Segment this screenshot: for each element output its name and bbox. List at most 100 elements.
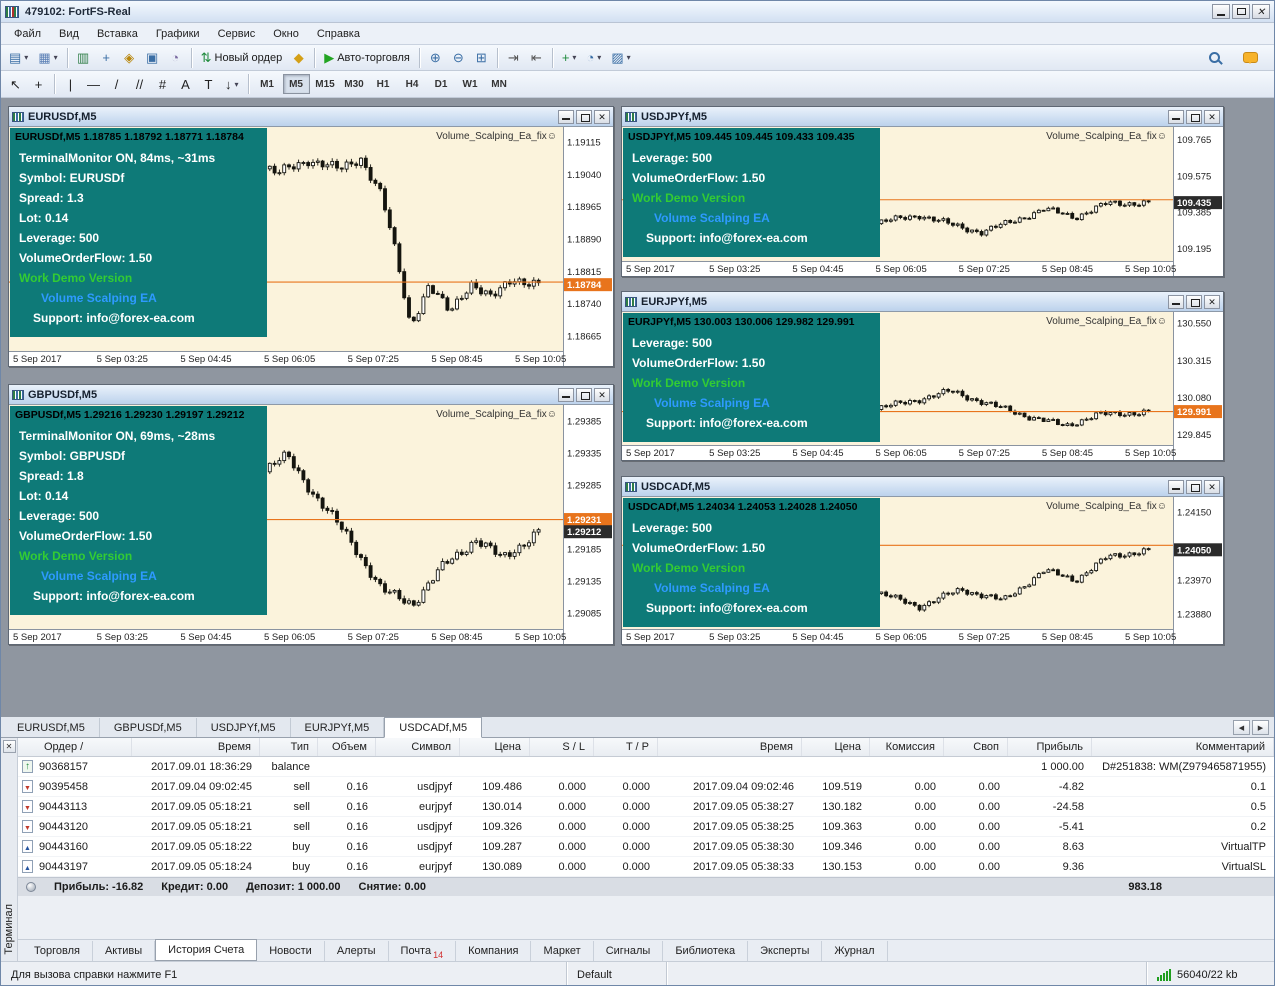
chart-close-button[interactable] <box>1204 109 1220 124</box>
terminal-tab-6[interactable]: Компания <box>456 940 532 961</box>
terminal-tab-2[interactable]: История Счета <box>155 938 258 961</box>
chart-minimize-button[interactable] <box>1168 109 1184 124</box>
timeframe-M5[interactable]: M5 <box>282 74 310 94</box>
history-row[interactable]: 90443113 2017.09.05 05:18:21 sell 0.16 eurjp… <box>18 797 1274 817</box>
chart-titlebar[interactable]: GBPUSDf,M5 <box>9 385 613 405</box>
terminal-tab-0[interactable]: Торговля <box>22 940 93 961</box>
history-column-header[interactable]: Символ <box>376 738 460 756</box>
terminal-tab-10[interactable]: Эксперты <box>748 940 823 961</box>
zoom-in-button[interactable]: ⊕ <box>424 47 447 69</box>
history-row[interactable]: 90443160 2017.09.05 05:18:22 buy 0.16 usdjpy… <box>18 837 1274 857</box>
menu-item-0[interactable]: Файл <box>5 25 50 43</box>
terminal-tab-9[interactable]: Библиотека <box>663 940 749 961</box>
maximize-button[interactable] <box>1232 4 1250 19</box>
chart-minimize-button[interactable] <box>1168 294 1184 309</box>
history-column-header[interactable]: Комиссия <box>870 738 944 756</box>
new-order-button[interactable]: ⇅ Новый ордер <box>196 47 288 69</box>
terminal-tab-1[interactable]: Активы <box>93 940 156 961</box>
timeframe-MN[interactable]: MN <box>486 74 513 94</box>
history-column-header[interactable]: Объем <box>318 738 376 756</box>
templates-button[interactable]: ▨ ▾ <box>606 47 635 69</box>
history-column-header[interactable]: Время <box>132 738 260 756</box>
new-chart-button[interactable]: ▤ ▾ <box>4 47 33 69</box>
menu-item-5[interactable]: Окно <box>264 25 308 43</box>
history-row[interactable]: 90443120 2017.09.05 05:18:21 sell 0.16 usdjp… <box>18 817 1274 837</box>
menu-item-1[interactable]: Вид <box>50 25 88 43</box>
chart-canvas[interactable]: 1.19115 1.19040 1.18965 1.18890 1.18815 1.187… <box>9 127 613 366</box>
vertical-line-button[interactable]: | <box>59 73 82 95</box>
chart-canvas[interactable]: 130.550 130.315 130.080 129.845 129.991 5 Sep… <box>622 312 1223 460</box>
close-button[interactable] <box>1252 4 1270 19</box>
chart-close-button[interactable] <box>594 109 610 124</box>
history-column-header[interactable]: S / L <box>530 738 594 756</box>
chart-titlebar[interactable]: USDJPYf,M5 <box>622 107 1223 127</box>
chart-titlebar[interactable]: EURUSDf,M5 <box>9 107 613 127</box>
chart-tab-4[interactable]: USDCADf,M5 <box>384 717 483 738</box>
history-row[interactable]: 90395458 2017.09.04 09:02:45 sell 0.16 usdjp… <box>18 777 1274 797</box>
chart-minimize-button[interactable] <box>1168 479 1184 494</box>
history-column-header[interactable]: Цена <box>460 738 530 756</box>
chart-canvas[interactable]: 109.765 109.575 109.385 109.195 109.435 5 Sep… <box>622 127 1223 276</box>
market-watch-button[interactable]: ▥ <box>72 47 95 69</box>
fibonacci-button[interactable]: # <box>151 73 174 95</box>
chart-tab-2[interactable]: USDJPYf,M5 <box>197 718 291 737</box>
timeframe-H4[interactable]: H4 <box>399 74 426 94</box>
crosshair-button[interactable]: + <box>27 73 50 95</box>
timeframe-M30[interactable]: M30 <box>341 74 368 94</box>
chart-restore-button[interactable] <box>576 387 592 402</box>
timeframe-M15[interactable]: M15 <box>312 74 339 94</box>
history-column-header[interactable]: Цена <box>802 738 870 756</box>
terminal-panel-button[interactable]: ▣ <box>141 47 164 69</box>
chart-minimize-button[interactable] <box>558 387 574 402</box>
chart-tab-1[interactable]: GBPUSDf,M5 <box>100 718 197 737</box>
chart-canvas[interactable]: 1.293851.293351.292851.292351.291851.291… <box>9 405 613 644</box>
profiles-button[interactable]: ▦ ▾ <box>33 47 62 69</box>
timeframe-M1[interactable]: M1 <box>254 74 281 94</box>
chart-restore-button[interactable] <box>1186 479 1202 494</box>
history-column-header[interactable]: Комментарий <box>1092 738 1274 756</box>
chart-titlebar[interactable]: EURJPYf,M5 <box>622 292 1223 312</box>
chart-restore-button[interactable] <box>1186 294 1202 309</box>
history-column-header[interactable]: T / P <box>594 738 658 756</box>
terminal-tab-3[interactable]: Новости <box>257 940 325 961</box>
chart-close-button[interactable] <box>1204 479 1220 494</box>
chart-close-button[interactable] <box>1204 294 1220 309</box>
autotrading-button[interactable]: ▶ Авто-торговля <box>319 47 415 69</box>
minimize-button[interactable] <box>1212 4 1230 19</box>
statusbar-profile[interactable]: Default <box>566 962 666 985</box>
tab-scroll-left-button[interactable]: ◀ <box>1233 720 1250 735</box>
terminal-tab-5[interactable]: Почта 14 <box>389 940 457 961</box>
cursor-button[interactable]: ↖ <box>4 73 27 95</box>
timeframe-D1[interactable]: D1 <box>428 74 455 94</box>
tile-windows-button[interactable]: ⊞ <box>470 47 493 69</box>
horizontal-line-button[interactable]: — <box>82 73 105 95</box>
trendline-button[interactable]: / <box>105 73 128 95</box>
menu-item-2[interactable]: Вставка <box>88 25 147 43</box>
chart-tab-0[interactable]: EURUSDf,M5 <box>3 718 100 737</box>
text-button[interactable]: A <box>174 73 197 95</box>
tab-scroll-right-button[interactable]: ▶ <box>1252 720 1269 735</box>
equidistant-channel-button[interactable]: // <box>128 73 151 95</box>
menu-item-4[interactable]: Сервис <box>209 25 265 43</box>
history-column-header[interactable]: Ордер / <box>18 738 132 756</box>
periods-button[interactable]: ◔ ▾ <box>581 47 606 69</box>
text-label-button[interactable]: T <box>197 73 220 95</box>
search-button[interactable] <box>1203 47 1226 69</box>
menu-item-6[interactable]: Справка <box>308 25 369 43</box>
timeframe-W1[interactable]: W1 <box>457 74 484 94</box>
chart-close-button[interactable] <box>594 387 610 402</box>
zoom-out-button[interactable]: ⊖ <box>447 47 470 69</box>
history-column-header[interactable]: Своп <box>944 738 1008 756</box>
chart-canvas[interactable]: 1.24150 1.23970 1.23880 1.24050 5 Sep 2017 5 … <box>622 497 1223 644</box>
history-column-header[interactable]: Время <box>658 738 802 756</box>
chart-restore-button[interactable] <box>1186 109 1202 124</box>
terminal-tab-4[interactable]: Алерты <box>325 940 389 961</box>
terminal-tab-7[interactable]: Маркет <box>531 940 594 961</box>
data-window-button[interactable]: + <box>95 47 118 69</box>
metaeditor-button[interactable]: ◆ <box>287 47 310 69</box>
strategy-tester-button[interactable]: ◔ <box>164 47 187 69</box>
indicators-button[interactable]: + ▾ <box>557 47 582 69</box>
terminal-tab-11[interactable]: Журнал <box>822 940 888 961</box>
chart-tab-3[interactable]: EURJPYf,M5 <box>291 718 385 737</box>
arrows-button[interactable]: ↓ ▾ <box>220 73 244 95</box>
